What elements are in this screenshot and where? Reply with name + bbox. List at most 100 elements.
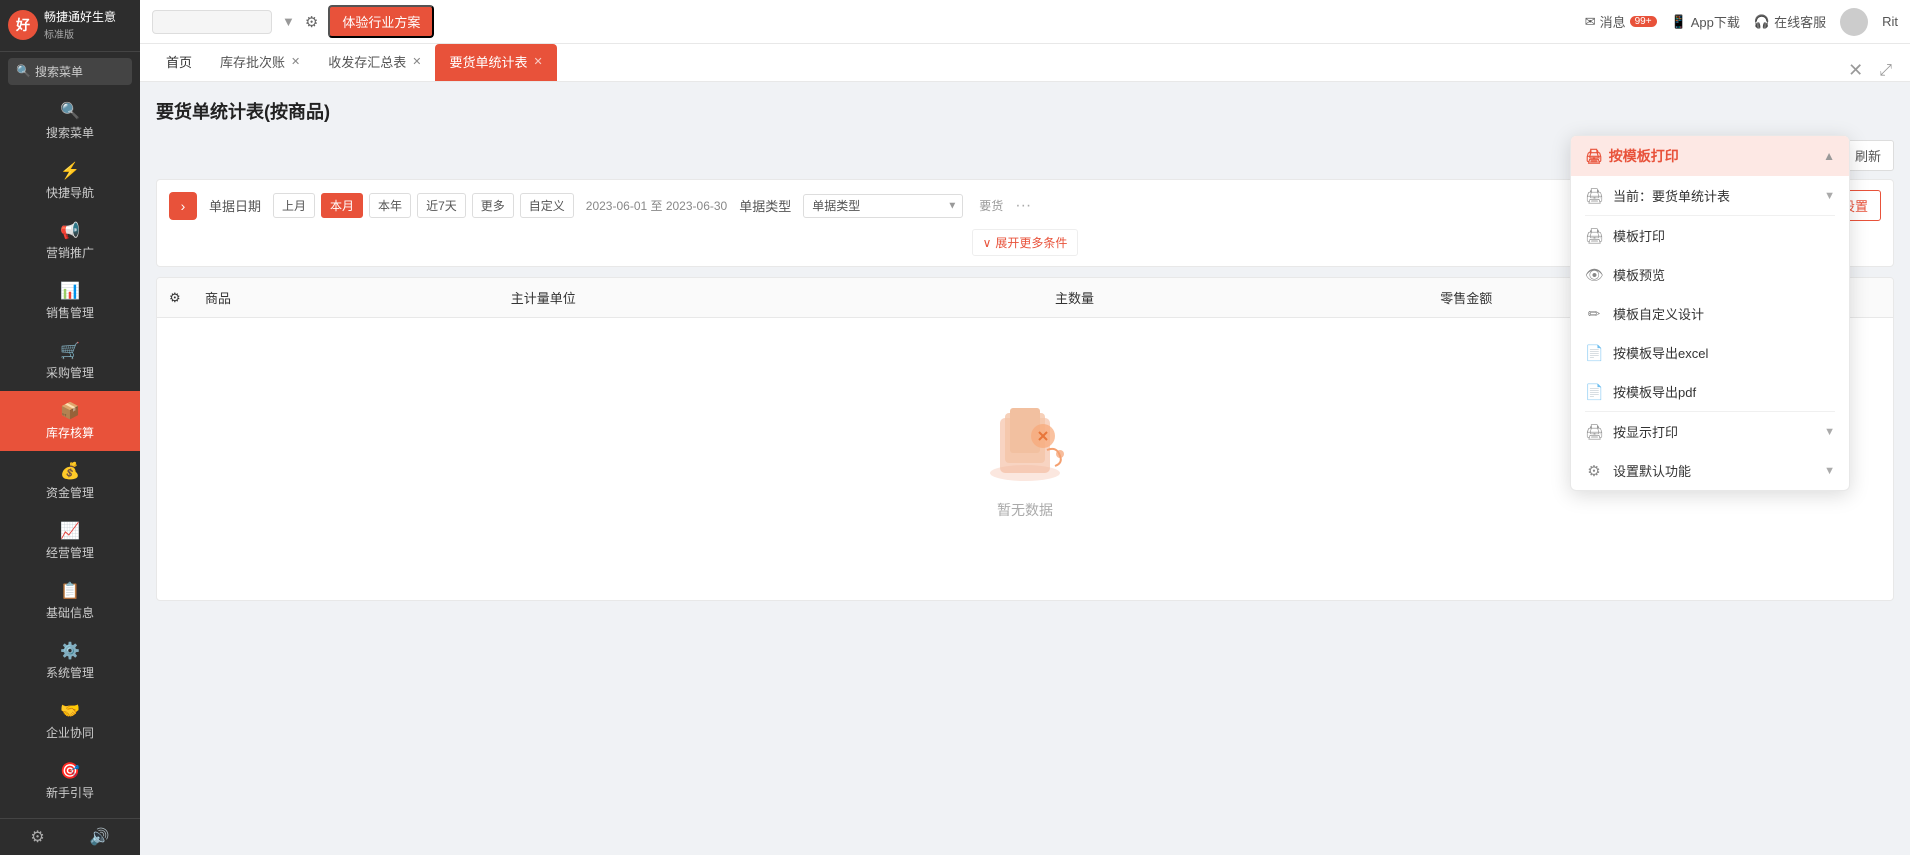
th-qty: 主数量 bbox=[1043, 278, 1428, 318]
settings-bottom-icon[interactable]: ⚙ bbox=[30, 827, 44, 847]
dropdown-template-custom-icon: ✏ bbox=[1585, 305, 1603, 323]
type-select[interactable]: 单据类型 bbox=[803, 194, 963, 218]
tab-receivables[interactable]: 收发存汇总表 ✕ bbox=[314, 44, 435, 81]
dropdown-set-default-icon: ⚙ bbox=[1585, 462, 1603, 480]
app-logo: 好 畅捷通好生意 标准版 bbox=[0, 0, 140, 52]
sidebar-item-operation[interactable]: 📈 经营管理 bbox=[0, 511, 140, 571]
messages-btn[interactable]: ✉ 消息 99+ bbox=[1585, 12, 1657, 31]
empty-illustration bbox=[975, 398, 1075, 488]
dropdown-set-default[interactable]: ⚙ 设置默认功能 ▼ bbox=[1571, 451, 1849, 490]
dropdown-header-actions: ▲ bbox=[1823, 149, 1835, 163]
dropdown-template-preview[interactable]: 👁 模板预览 bbox=[1571, 255, 1849, 294]
dropdown-export-pdf-label: 按模板导出pdf bbox=[1613, 382, 1696, 401]
print-dropdown-menu: 🖨 按模板打印 ▲ 🖨 当前：要货单统计表 ▼ 🖨 模板打印 👁 模板预览 ✏ … bbox=[1570, 135, 1850, 491]
tab-home[interactable]: 首页 bbox=[152, 44, 206, 81]
dropdown-set-default-label: 设置默认功能 bbox=[1613, 461, 1691, 480]
system-nav-icon: ⚙️ bbox=[60, 641, 80, 661]
avatar[interactable] bbox=[1840, 8, 1868, 36]
dropdown-current-chevron: ▼ bbox=[1824, 190, 1835, 202]
th-settings[interactable]: ⚙ bbox=[157, 278, 193, 318]
dropdown-export-excel-label: 按模板导出excel bbox=[1613, 343, 1708, 362]
app-download-btn[interactable]: 📱 App下载 bbox=[1671, 12, 1740, 31]
tabs-bar: 首页 库存批次账 ✕ 收发存汇总表 ✕ 要货单统计表 ✕ ✕ ⤢ bbox=[140, 44, 1910, 82]
dropdown-current-left: 🖨 当前：要货单统计表 bbox=[1585, 186, 1730, 205]
tab-inventory-batch-label: 库存批次账 bbox=[220, 52, 285, 71]
type-filter-label: 单据类型 bbox=[739, 196, 791, 215]
basic-nav-icon: 📋 bbox=[60, 581, 80, 601]
date-btn-last-month[interactable]: 上月 bbox=[273, 193, 315, 218]
dropdown-export-excel[interactable]: 📄 按模板导出excel bbox=[1571, 333, 1849, 372]
dropdown-set-default-left: ⚙ 设置默认功能 bbox=[1585, 461, 1691, 480]
tab-close-window-icon[interactable]: ✕ bbox=[1842, 60, 1869, 81]
sidebar-item-label: 采购管理 bbox=[46, 364, 94, 381]
sidebar-item-basic[interactable]: 📋 基础信息 bbox=[0, 571, 140, 631]
tab-order-stats[interactable]: 要货单统计表 ✕ bbox=[435, 44, 556, 81]
dropdown-chevron-up-icon[interactable]: ▲ bbox=[1823, 149, 1835, 163]
sidebar-item-inventory[interactable]: 📦 库存核算 bbox=[0, 391, 140, 451]
quick-nav-icon: ⚡ bbox=[60, 161, 80, 181]
app-download-label: App下载 bbox=[1691, 12, 1740, 31]
dropdown-template-custom[interactable]: ✏ 模板自定义设计 bbox=[1571, 294, 1849, 333]
sidebar-item-label: 系统管理 bbox=[46, 664, 94, 681]
dropdown-title-label: 按模板打印 bbox=[1609, 146, 1679, 166]
sidebar-item-system[interactable]: ⚙️ 系统管理 bbox=[0, 631, 140, 691]
page-title: 要货单统计表(按商品) bbox=[156, 98, 1894, 124]
sidebar-item-search[interactable]: 🔍 搜索菜单 bbox=[0, 91, 140, 151]
empty-svg-icon bbox=[975, 398, 1075, 488]
sidebar-item-label: 经营管理 bbox=[46, 544, 94, 561]
dropdown-template-print-icon: 🖨 bbox=[1585, 227, 1603, 245]
expand-more-button[interactable]: ∨ 展开更多条件 bbox=[972, 229, 1079, 256]
sidebar-item-label: 新手引导 bbox=[46, 784, 94, 801]
sidebar-item-purchase[interactable]: 🛒 采购管理 bbox=[0, 331, 140, 391]
more-actions-icon[interactable]: ··· bbox=[1015, 197, 1031, 215]
date-btn-this-year[interactable]: 本年 bbox=[369, 193, 411, 218]
type-select-wrap: 单据类型 bbox=[803, 194, 963, 218]
topbar-gear-icon[interactable]: ⚙ bbox=[305, 13, 318, 31]
topbar-search-input[interactable] bbox=[152, 10, 272, 34]
collab-nav-icon: 🤝 bbox=[60, 701, 80, 721]
dropdown-title: 🖨 按模板打印 bbox=[1585, 146, 1679, 166]
trial-button[interactable]: 体验行业方案 bbox=[328, 5, 434, 38]
dropdown-export-pdf[interactable]: 📄 按模板导出pdf bbox=[1571, 372, 1849, 411]
online-service-label: 在线客服 bbox=[1774, 12, 1826, 31]
sidebar-item-finance[interactable]: 💰 资金管理 bbox=[0, 451, 140, 511]
dropdown-print-icon: 🖨 bbox=[1585, 148, 1603, 165]
tab-receivables-close-icon[interactable]: ✕ bbox=[412, 55, 421, 68]
dropdown-set-default-chevron: ▼ bbox=[1824, 465, 1835, 477]
tab-inventory-batch[interactable]: 库存批次账 ✕ bbox=[206, 44, 314, 81]
dropdown-template-print[interactable]: 🖨 模板打印 bbox=[1571, 216, 1849, 255]
dropdown-current-label: 当前：要货单统计表 bbox=[1613, 186, 1730, 205]
th-product: 商品 bbox=[193, 278, 499, 318]
date-btn-this-month[interactable]: 本月 bbox=[321, 193, 363, 218]
sound-bottom-icon[interactable]: 🔊 bbox=[90, 827, 110, 847]
date-btn-custom[interactable]: 自定义 bbox=[520, 193, 574, 218]
sidebar-item-quick[interactable]: ⚡ 快捷导航 bbox=[0, 151, 140, 211]
dropdown-current-icon: 🖨 bbox=[1585, 187, 1603, 205]
sidebar-item-guide[interactable]: 🎯 新手引导 bbox=[0, 751, 140, 811]
online-service-btn[interactable]: 🎧 在线客服 bbox=[1754, 12, 1826, 31]
logo-text-block: 畅捷通好生意 标准版 bbox=[44, 10, 116, 41]
search-menu[interactable]: 🔍 搜索菜单 bbox=[8, 58, 132, 85]
sidebar-item-collab[interactable]: 🤝 企业协同 bbox=[0, 691, 140, 751]
guide-nav-icon: 🎯 bbox=[60, 761, 80, 781]
date-btn-7days[interactable]: 近7天 bbox=[417, 193, 466, 218]
tab-inventory-batch-close-icon[interactable]: ✕ bbox=[291, 55, 300, 68]
sidebar-bottom: ⚙ 🔊 bbox=[0, 818, 140, 855]
sidebar: 好 畅捷通好生意 标准版 🔍 搜索菜单 🔍 搜索菜单 ⚡ 快捷导航 📢 营销推广… bbox=[0, 0, 140, 855]
date-btn-more[interactable]: 更多 bbox=[472, 193, 514, 218]
topbar-chevron-icon[interactable]: ▼ bbox=[282, 14, 295, 29]
filter-expand-icon[interactable]: › bbox=[169, 192, 197, 220]
sidebar-item-marketing[interactable]: 📢 营销推广 bbox=[0, 211, 140, 271]
tab-order-stats-close-icon[interactable]: ✕ bbox=[534, 55, 543, 68]
messages-label: 消息 bbox=[1600, 12, 1626, 31]
topbar: ▼ ⚙ 体验行业方案 ✉ 消息 99+ 📱 App下载 🎧 在线客服 Rit bbox=[140, 0, 1910, 44]
purchase-nav-icon: 🛒 bbox=[60, 341, 80, 361]
download-icon: 📱 bbox=[1671, 14, 1687, 30]
th-unit: 主计量单位 bbox=[499, 278, 1043, 318]
dropdown-current-template[interactable]: 🖨 当前：要货单统计表 ▼ bbox=[1571, 176, 1849, 215]
sidebar-item-appstore[interactable]: 🏪 应用中心 bbox=[0, 811, 140, 818]
dropdown-display-print[interactable]: 🖨 按显示打印 ▼ bbox=[1571, 412, 1849, 451]
sidebar-item-sales[interactable]: 📊 销售管理 bbox=[0, 271, 140, 331]
tab-maximize-icon[interactable]: ⤢ bbox=[1873, 62, 1898, 80]
dropdown-display-print-left: 🖨 按显示打印 bbox=[1585, 422, 1678, 441]
